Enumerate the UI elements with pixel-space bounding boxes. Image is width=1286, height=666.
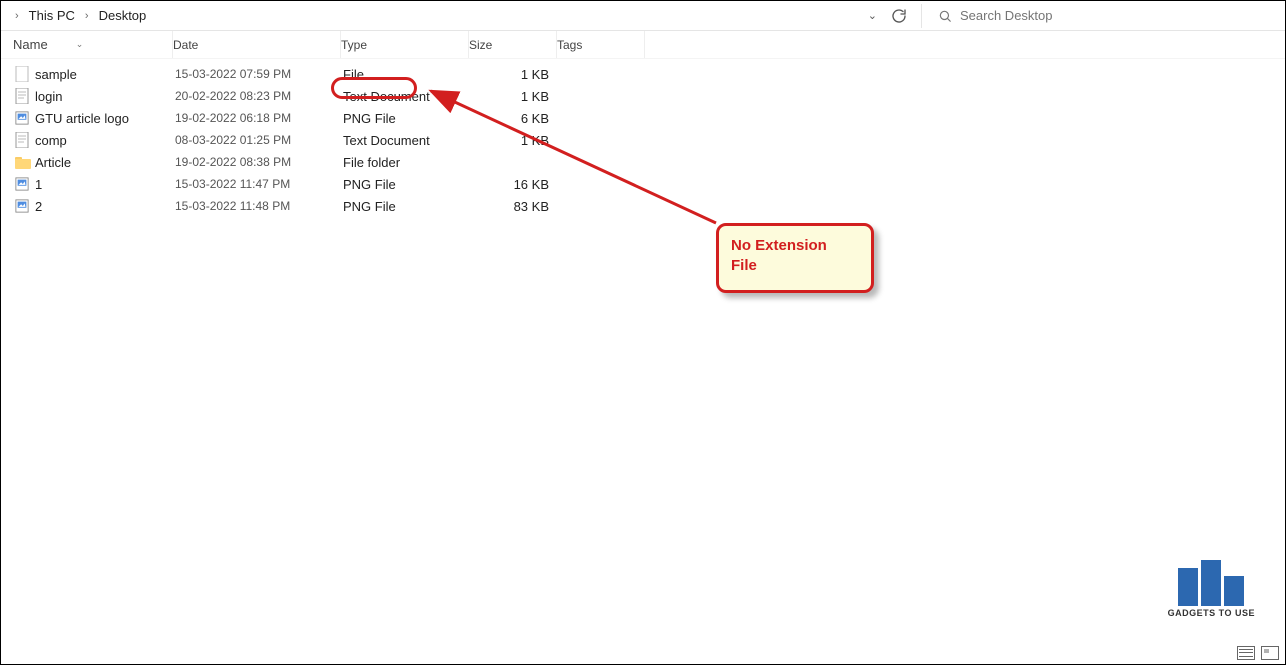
view-thumbnails-icon[interactable] (1261, 646, 1279, 660)
file-size: 6 KB (471, 111, 559, 126)
file-size: 1 KB (471, 67, 559, 82)
column-header-row: Name ⌄ Date Type Size Tags (1, 31, 1285, 59)
file-type: PNG File (343, 111, 471, 126)
list-item[interactable]: login20-02-2022 08:23 PMText Document1 K… (1, 85, 1285, 107)
refresh-icon[interactable] (891, 8, 907, 24)
chevron-down-icon: ⌄ (76, 39, 84, 50)
file-size: 1 KB (471, 133, 559, 148)
column-type[interactable]: Type (341, 31, 469, 58)
file-type: File folder (343, 155, 471, 170)
image-file-icon (15, 110, 29, 126)
list-item[interactable]: 115-03-2022 11:47 PMPNG File16 KB (1, 173, 1285, 195)
chevron-down-icon[interactable]: ⌄ (868, 9, 877, 22)
column-name[interactable]: Name ⌄ (13, 31, 173, 58)
list-item[interactable]: GTU article logo19-02-2022 06:18 PMPNG F… (1, 107, 1285, 129)
chevron-right-icon: › (79, 10, 95, 22)
column-size[interactable]: Size (469, 31, 557, 58)
address-bar-right: ⌄ (868, 8, 921, 24)
list-item[interactable]: comp08-03-2022 01:25 PMText Document1 KB (1, 129, 1285, 151)
list-item[interactable]: sample15-03-2022 07:59 PMFile1 KB (1, 63, 1285, 85)
file-name: sample (35, 67, 175, 82)
address-bar: › This PC › Desktop ⌄ (1, 1, 1285, 31)
text-file-icon (15, 132, 29, 148)
file-name: comp (35, 133, 175, 148)
file-name: login (35, 89, 175, 104)
text-file-icon (15, 88, 29, 104)
file-name: 1 (35, 177, 175, 192)
chevron-right-icon: › (9, 10, 25, 22)
file-size: 1 KB (471, 89, 559, 104)
file-date: 15-03-2022 11:48 PM (175, 199, 343, 213)
callout-line2: File (731, 256, 859, 276)
file-date: 19-02-2022 06:18 PM (175, 111, 343, 125)
file-type: Text Document (343, 133, 471, 148)
column-tags[interactable]: Tags (557, 31, 645, 58)
folder-icon (15, 156, 31, 169)
file-type: PNG File (343, 177, 471, 192)
file-type: PNG File (343, 199, 471, 214)
file-date: 20-02-2022 08:23 PM (175, 89, 343, 103)
file-date: 15-03-2022 11:47 PM (175, 177, 343, 191)
file-name: GTU article logo (35, 111, 175, 126)
breadcrumb[interactable]: › This PC › Desktop (5, 6, 868, 25)
file-list: sample15-03-2022 07:59 PMFile1 KBlogin20… (1, 59, 1285, 217)
column-date[interactable]: Date (173, 31, 341, 58)
logo-text: GADGETS TO USE (1168, 608, 1255, 618)
file-date: 08-03-2022 01:25 PM (175, 133, 343, 147)
breadcrumb-desktop[interactable]: Desktop (95, 6, 151, 25)
column-name-label: Name (13, 37, 48, 52)
search-input[interactable] (960, 8, 1240, 23)
list-item[interactable]: 215-03-2022 11:48 PMPNG File83 KB (1, 195, 1285, 217)
image-file-icon (15, 198, 29, 214)
search-icon (938, 9, 952, 23)
file-size: 83 KB (471, 199, 559, 214)
file-icon (15, 66, 29, 82)
callout-line1: No Extension (731, 236, 859, 256)
search-wrap (921, 4, 1281, 28)
file-type: File (343, 67, 471, 82)
file-name: 2 (35, 199, 175, 214)
image-file-icon (15, 176, 29, 192)
annotation-callout: No Extension File (716, 223, 874, 293)
file-name: Article (35, 155, 175, 170)
gadgets-to-use-logo: GADGETS TO USE (1168, 560, 1255, 618)
file-date: 19-02-2022 08:38 PM (175, 155, 343, 169)
logo-blocks-icon (1168, 560, 1255, 606)
view-details-icon[interactable] (1237, 646, 1255, 660)
breadcrumb-this-pc[interactable]: This PC (25, 6, 79, 25)
list-item[interactable]: Article19-02-2022 08:38 PMFile folder (1, 151, 1285, 173)
file-type: Text Document (343, 89, 471, 104)
file-date: 15-03-2022 07:59 PM (175, 67, 343, 81)
file-size: 16 KB (471, 177, 559, 192)
view-mode-toggle (1237, 646, 1279, 660)
